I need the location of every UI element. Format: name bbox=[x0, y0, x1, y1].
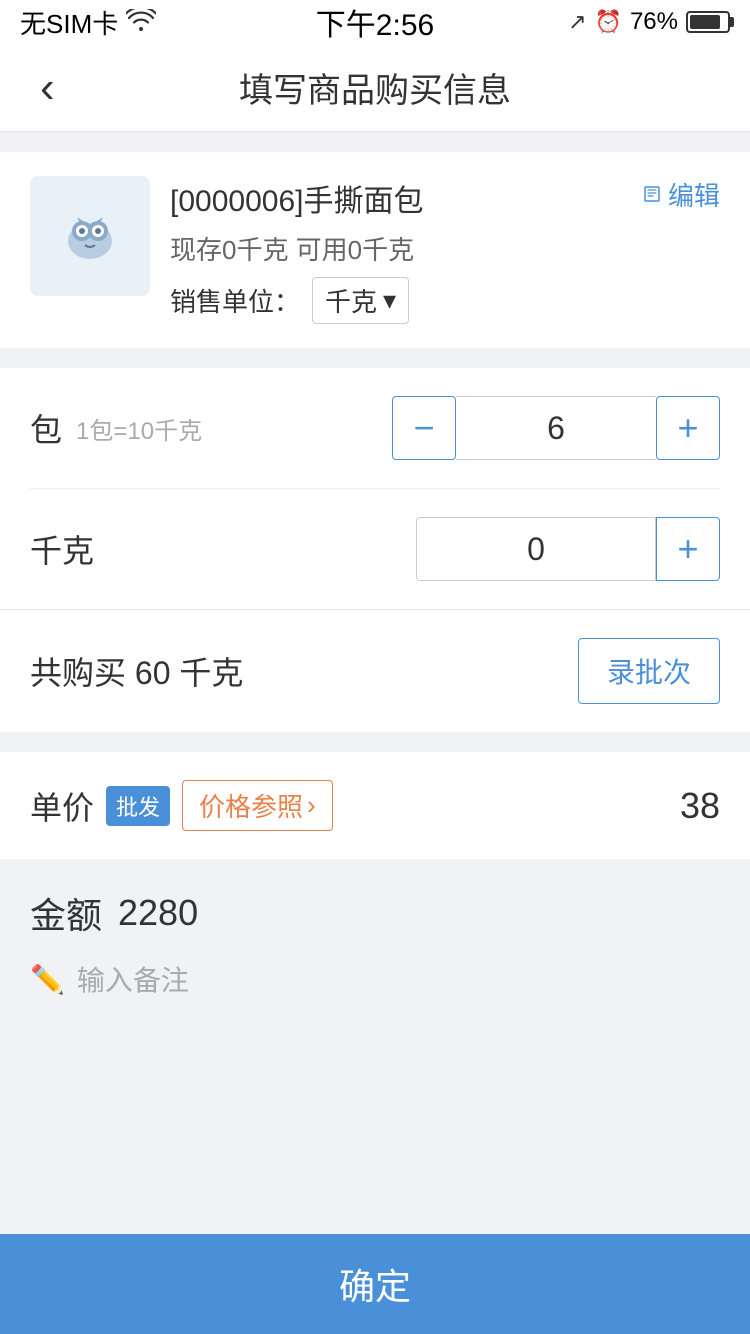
unit-label: 销售单位： bbox=[170, 282, 300, 319]
price-row: 单价 批发 价格参照 › 38 bbox=[30, 780, 720, 831]
nav-bar: ‹ 填写商品购买信息 bbox=[0, 44, 750, 132]
price-left: 单价 批发 价格参照 › bbox=[30, 780, 333, 831]
bao-input-group: − + bbox=[392, 396, 720, 460]
product-stock: 现存0千克 可用0千克 bbox=[170, 230, 720, 267]
bao-unit-label: 包 bbox=[30, 405, 62, 451]
total-row: 共购买 60 千克 录批次 bbox=[0, 609, 750, 732]
price-ref-button[interactable]: 价格参照 › bbox=[182, 780, 333, 831]
battery-percent: 76% bbox=[630, 8, 678, 36]
bao-sublabel: 1包=10千克 bbox=[76, 411, 202, 446]
amount-section: 金额 2280 ✏️ 输入备注 bbox=[0, 859, 750, 1015]
qianke-unit-label: 千克 bbox=[30, 526, 94, 572]
remark-row[interactable]: ✏️ 输入备注 bbox=[30, 959, 720, 999]
battery-icon bbox=[686, 11, 730, 33]
qianke-input[interactable] bbox=[416, 517, 656, 581]
batch-button[interactable]: 录批次 bbox=[578, 638, 720, 704]
page-title: 填写商品购买信息 bbox=[239, 63, 511, 112]
status-left: 无SIM卡 bbox=[20, 4, 156, 41]
status-right: ↗ ⏰ 76% bbox=[568, 8, 730, 36]
bao-input[interactable] bbox=[456, 396, 656, 460]
product-card: [0000006]手撕面包 编辑 现存0千克 可用0千克 销售单位： 千克 ▾ bbox=[0, 152, 750, 348]
bao-minus-button[interactable]: − bbox=[392, 396, 456, 460]
status-time: 下午2:56 bbox=[316, 0, 434, 44]
amount-label: 金额 bbox=[30, 887, 102, 939]
price-tag: 批发 bbox=[106, 786, 170, 826]
price-label: 单价 bbox=[30, 783, 94, 829]
total-label: 共购买 60 千克 bbox=[30, 648, 243, 694]
bao-row: 包 1包=10千克 − + bbox=[30, 368, 720, 489]
bao-label: 包 1包=10千克 bbox=[30, 405, 202, 451]
product-image bbox=[30, 176, 150, 296]
edit-label: 编辑 bbox=[668, 176, 720, 213]
confirm-button[interactable]: 确定 bbox=[0, 1234, 750, 1334]
back-button[interactable]: ‹ bbox=[30, 53, 65, 123]
amount-row: 金额 2280 bbox=[30, 887, 720, 939]
qianke-plus-button[interactable]: + bbox=[656, 517, 720, 581]
product-name: [0000006]手撕面包 bbox=[170, 176, 642, 220]
price-section: 单价 批发 价格参照 › 38 bbox=[0, 752, 750, 859]
edit-button[interactable]: 编辑 bbox=[642, 176, 720, 213]
chevron-down-icon: ▾ bbox=[383, 285, 396, 316]
carrier-label: 无SIM卡 bbox=[20, 4, 118, 41]
unit-dropdown[interactable]: 千克 ▾ bbox=[312, 277, 409, 324]
qianke-label: 千克 bbox=[30, 526, 94, 572]
price-ref-label: 价格参照 bbox=[199, 787, 303, 824]
wifi-icon bbox=[126, 7, 156, 38]
qianke-row: 千克 + bbox=[30, 489, 720, 609]
remark-placeholder[interactable]: 输入备注 bbox=[77, 959, 189, 999]
product-unit-row: 销售单位： 千克 ▾ bbox=[170, 277, 720, 324]
product-logo bbox=[55, 201, 125, 271]
unit-value: 千克 bbox=[325, 282, 377, 319]
confirm-label: 确定 bbox=[339, 1258, 411, 1310]
price-value: 38 bbox=[680, 785, 720, 827]
status-bar: 无SIM卡 下午2:56 ↗ ⏰ 76% bbox=[0, 0, 750, 44]
amount-value: 2280 bbox=[118, 892, 198, 934]
location-icon: ↗ bbox=[568, 9, 586, 35]
bao-plus-button[interactable]: + bbox=[656, 396, 720, 460]
chevron-right-icon: › bbox=[307, 790, 316, 821]
qianke-input-group: + bbox=[416, 517, 720, 581]
product-info: [0000006]手撕面包 编辑 现存0千克 可用0千克 销售单位： 千克 ▾ bbox=[170, 176, 720, 324]
alarm-icon: ⏰ bbox=[595, 9, 622, 35]
edit-icon bbox=[642, 184, 664, 206]
quantity-section: 包 1包=10千克 − + 千克 + bbox=[0, 368, 750, 609]
pencil-icon: ✏️ bbox=[30, 963, 65, 996]
